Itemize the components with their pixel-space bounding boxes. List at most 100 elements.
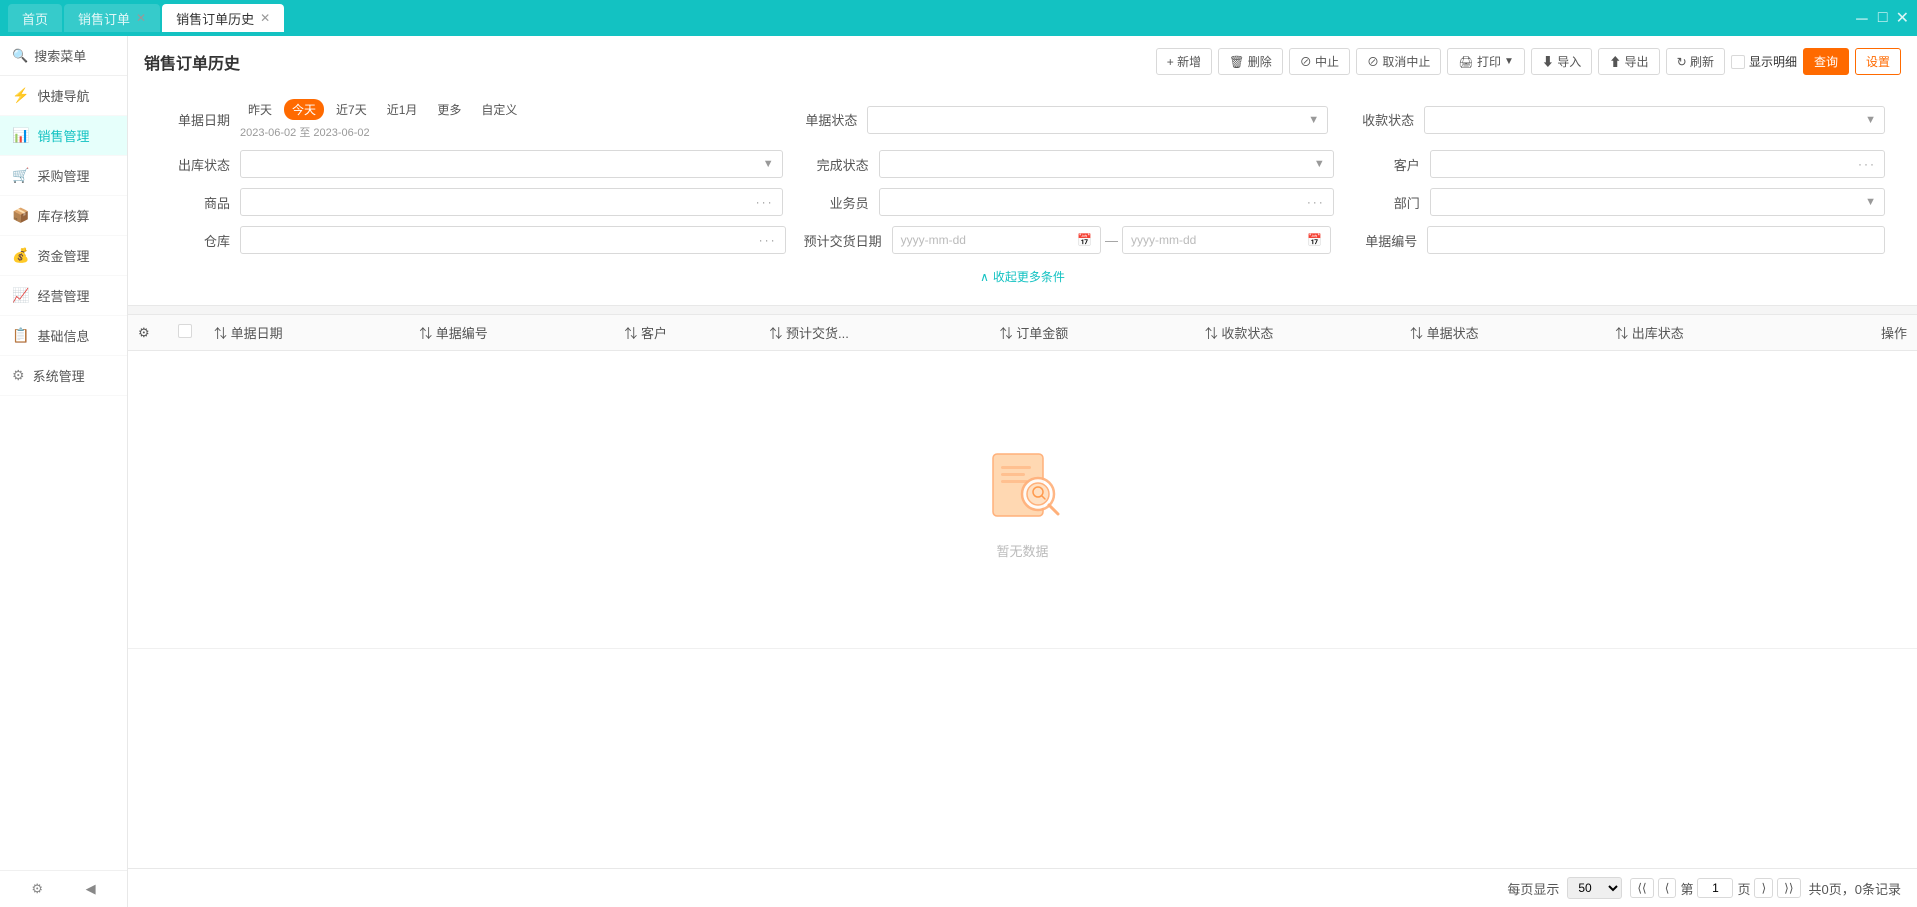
first-page-icon: ⟨⟨ [1637,881,1646,895]
date-tag-custom[interactable]: 自定义 [473,99,525,120]
page-input[interactable] [1697,878,1733,898]
settings-bottom-icon[interactable]: ⚙ [31,881,43,897]
tab-sales-order-history[interactable]: 销售订单历史 ✕ [162,4,284,32]
stop-button[interactable]: ⊘ 中止 [1289,48,1350,75]
prev-page-btn[interactable]: ⟨ [1658,878,1677,898]
filter-row-1: 单据日期 昨天 今天 近7天 近1月 更多 自定义 2023-06-02 至 2… [160,99,1885,140]
sidebar-search[interactable]: 🔍 搜索菜单 [0,36,127,76]
date-tag-today[interactable]: 今天 [284,99,324,120]
order-no-filter[interactable] [1427,226,1885,254]
data-table: ⚙ ⇅ 单据日期 ⇅ 单据编号 ⇅ 客户 [128,314,1917,649]
col-amount[interactable]: ⇅ 订单金额 [990,315,1195,351]
col-customer[interactable]: ⇅ 客户 [614,315,759,351]
search-icon: 🔍 [12,48,28,64]
sidebar-item-system[interactable]: ⚙ 系统管理 [0,356,127,396]
filter-row-4: 仓库 ··· 预计交货日期 yyyy-mm-dd 📅 — yyyy-mm-dd [160,226,1885,254]
dept-arrow: ▼ [1865,196,1876,208]
footer: 每页显示 50 10 20 100 ⟨⟨ ⟨ 第 页 ⟩ [128,868,1917,907]
sidebar-item-inventory[interactable]: 📦 库存核算 [0,196,127,236]
product-filter[interactable]: ··· [240,188,783,216]
export-button-label: ⬆ 导出 [1609,53,1648,70]
col-settings[interactable]: ⚙ [128,315,168,351]
close-sales-order-tab[interactable]: ✕ [136,11,146,25]
col-actions: 操作 [1810,315,1917,351]
dept-filter[interactable]: ▼ [1430,188,1885,216]
order-status-label: 单据状态 [787,110,867,129]
last-page-btn[interactable]: ⟩⟩ [1777,878,1800,898]
col-date[interactable]: ⇅ 单据日期 [204,315,409,351]
delete-button-label: 🗑 删除 [1229,53,1272,70]
select-all-checkbox[interactable] [178,324,192,338]
complete-status-label: 完成状态 [799,155,879,174]
maximize-icon[interactable]: □ [1878,9,1888,27]
collapse-sidebar-icon[interactable]: ◀ [86,881,96,897]
tab-home[interactable]: 首页 [8,4,62,32]
expected-date-start[interactable]: yyyy-mm-dd 📅 [892,226,1101,254]
sidebar-bottom: ⚙ ◀ [0,870,127,907]
sidebar-item-sales-mgmt[interactable]: 📊 销售管理 [0,116,127,156]
import-button[interactable]: ⬇ 导入 [1531,48,1592,75]
first-page-btn[interactable]: ⟨⟨ [1630,878,1653,898]
out-status-filter[interactable]: ▼ [240,150,783,178]
col-order-status-label: ⇅ 单据状态 [1410,326,1479,341]
dept-label: 部门 [1350,193,1430,212]
date-placeholder-start: yyyy-mm-dd [901,233,966,247]
print-arrow-icon: ▼ [1504,56,1514,67]
refresh-button[interactable]: ↻ 刷新 [1666,48,1725,75]
col-expected-date-label: ⇅ 预计交货... [769,326,848,341]
col-actions-label: 操作 [1881,326,1907,341]
col-pay-status[interactable]: ⇅ 收款状态 [1195,315,1400,351]
calendar-icon-end[interactable]: 📅 [1307,233,1322,247]
calendar-icon-start[interactable]: 📅 [1077,233,1092,247]
salesman-label: 业务员 [799,193,879,212]
col-order-status[interactable]: ⇅ 单据状态 [1400,315,1605,351]
sidebar-item-basic-info[interactable]: 📋 基础信息 [0,316,127,356]
sidebar-item-finance-label: 资金管理 [37,246,89,265]
show-detail-checkbox[interactable]: 显示明细 [1731,53,1797,70]
close-window-icon[interactable]: ✕ [1896,8,1909,28]
expected-date-end[interactable]: yyyy-mm-dd 📅 [1122,226,1331,254]
complete-status-filter[interactable]: ▼ [879,150,1334,178]
delete-button[interactable]: 🗑 删除 [1218,48,1283,75]
minimize-icon[interactable]: － [1854,6,1870,30]
order-no-label: 单据编号 [1347,231,1427,250]
col-checkbox[interactable] [168,315,204,351]
show-detail-check-box [1731,55,1745,69]
collapse-label: 收起更多条件 [993,268,1065,285]
warehouse-filter[interactable]: ··· [240,226,786,254]
sidebar-item-operations[interactable]: 📈 经营管理 [0,276,127,316]
close-history-tab[interactable]: ✕ [260,11,270,25]
date-tag-7days[interactable]: 近7天 [328,99,375,120]
order-status-filter[interactable]: ▼ [867,106,1328,134]
new-button[interactable]: + 新增 [1156,48,1212,75]
collapse-row[interactable]: ∧ 收起更多条件 [160,264,1885,293]
print-button[interactable]: 🖨 打印 ▼ [1447,48,1524,75]
pay-status-filter[interactable]: ▼ [1424,106,1885,134]
tab-sales-order[interactable]: 销售订单 ✕ [64,4,160,32]
col-order-no[interactable]: ⇅ 单据编号 [409,315,614,351]
customer-filter[interactable]: ··· [1430,150,1885,178]
page-size-select[interactable]: 50 10 20 100 [1567,877,1622,899]
query-button[interactable]: 查询 [1803,48,1849,75]
settings-button[interactable]: 设置 [1855,48,1901,75]
sidebar-item-finance[interactable]: 💰 资金管理 [0,236,127,276]
sidebar-item-quick-nav[interactable]: ⚡ 快捷导航 [0,76,127,116]
operations-icon: 📈 [12,287,29,304]
sidebar-item-operations-label: 经营管理 [37,286,89,305]
empty-illustration [973,439,1073,529]
date-tag-1month[interactable]: 近1月 [379,99,426,120]
salesman-filter[interactable]: ··· [879,188,1334,216]
sidebar-item-purchase-mgmt[interactable]: 🛒 采购管理 [0,156,127,196]
page-nav: ⟨⟨ ⟨ 第 页 ⟩ ⟩⟩ [1630,878,1800,898]
export-button[interactable]: ⬆ 导出 [1598,48,1659,75]
col-expected-date[interactable]: ⇅ 预计交货... [759,315,989,351]
col-pay-status-label: ⇅ 收款状态 [1205,326,1274,341]
date-tag-yesterday[interactable]: 昨天 [240,99,280,120]
sidebar-item-sales-label: 销售管理 [37,126,89,145]
cancel-stop-button[interactable]: ⊘ 取消中止 [1356,48,1441,75]
next-page-btn[interactable]: ⟩ [1754,878,1773,898]
empty-text: 暂无数据 [996,541,1048,560]
stop-button-label: ⊘ 中止 [1300,53,1339,70]
col-out-status[interactable]: ⇅ 出库状态 [1605,315,1810,351]
date-tag-more[interactable]: 更多 [429,99,469,120]
